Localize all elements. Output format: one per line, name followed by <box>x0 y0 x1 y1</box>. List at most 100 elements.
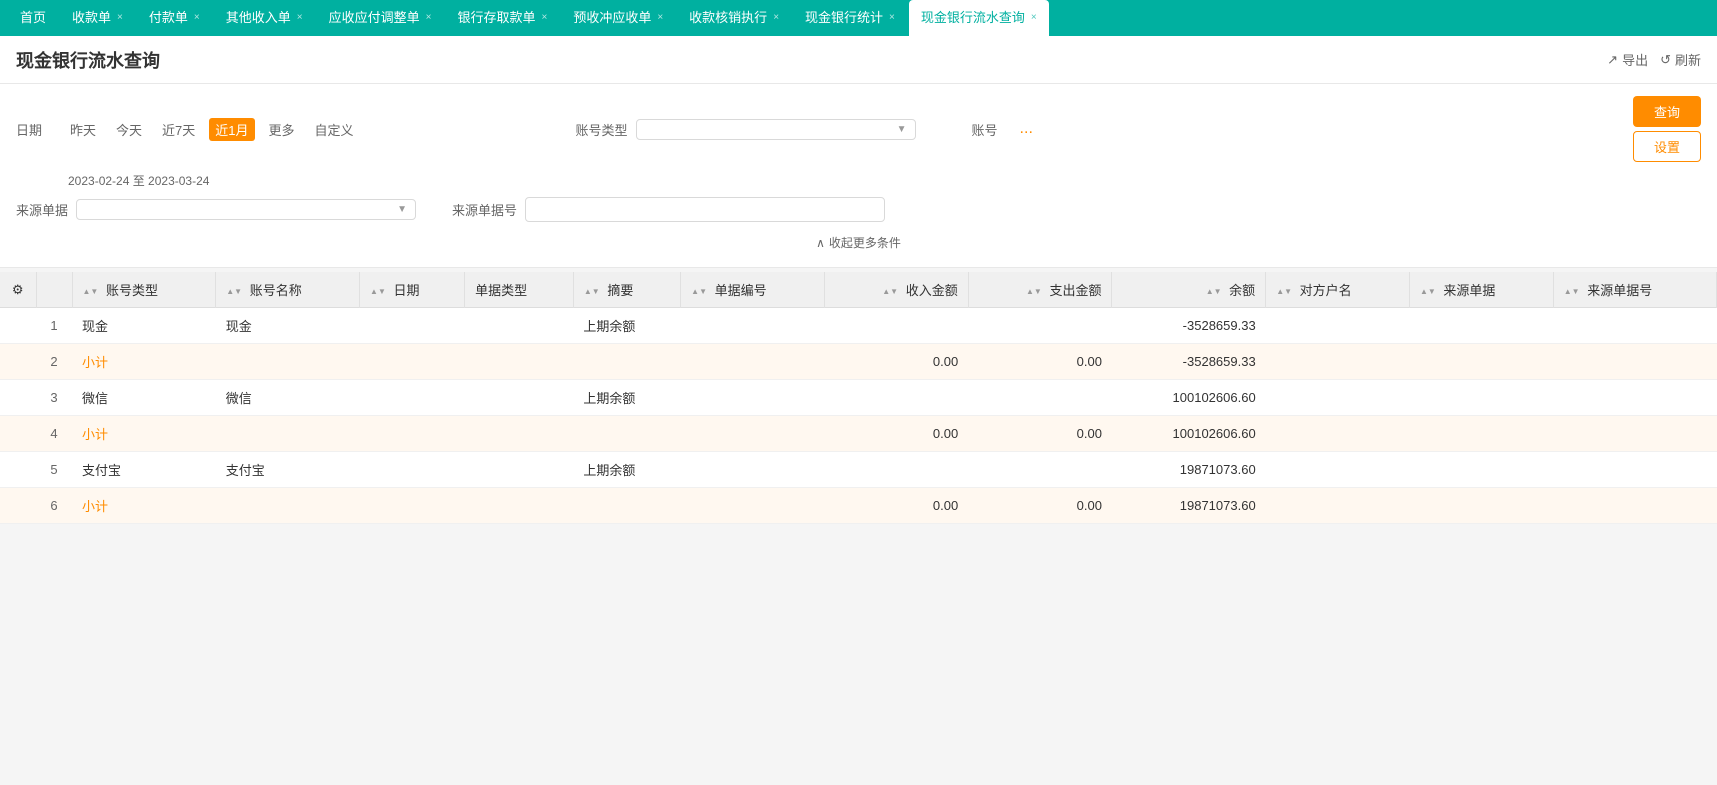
cell-index: 6 <box>36 488 72 524</box>
nav-cash-bank-stats[interactable]: 现金银行统计 × <box>793 0 907 36</box>
cell-index: 3 <box>36 380 72 416</box>
col-source-doc-no[interactable]: ▲▼ 来源单据号 <box>1553 272 1716 308</box>
cell-summary <box>573 416 680 452</box>
nav-other-income[interactable]: 其他收入单 × <box>214 0 315 36</box>
sort-source-doc-no-icon: ▲▼ <box>1564 288 1580 296</box>
cell-index: 5 <box>36 452 72 488</box>
cell-settings <box>0 416 36 452</box>
cell-date <box>360 416 465 452</box>
cell-source-doc <box>1409 380 1553 416</box>
col-expense[interactable]: ▲▼ 支出金额 <box>968 272 1112 308</box>
nav-prepayment[interactable]: 预收冲应收单 × <box>561 0 675 36</box>
nav-receipt[interactable]: 收款单 × <box>60 0 135 36</box>
cell-account-name: 现金 <box>216 308 360 344</box>
account-type-select[interactable]: ▼ <box>636 119 916 140</box>
source-doc-no-input[interactable] <box>525 197 885 222</box>
cell-balance: 19871073.60 <box>1112 452 1266 488</box>
close-receipt-icon[interactable]: × <box>117 0 123 36</box>
date-btn-more[interactable]: 更多 <box>263 118 301 141</box>
sort-income-icon: ▲▼ <box>882 288 898 296</box>
refresh-icon: ↺ <box>1660 52 1671 68</box>
cell-income: 0.00 <box>824 416 968 452</box>
account-dots[interactable]: ... <box>1020 120 1033 138</box>
col-account-type[interactable]: ▲▼ 账号类型 <box>72 272 216 308</box>
cell-balance: 19871073.60 <box>1112 488 1266 524</box>
col-summary[interactable]: ▲▼ 摘要 <box>573 272 680 308</box>
col-income[interactable]: ▲▼ 收入金额 <box>824 272 968 308</box>
sort-account-type-icon: ▲▼ <box>83 288 99 296</box>
date-btn-1month[interactable]: 近1月 <box>209 118 254 141</box>
data-table: ⚙ ▲▼ 账号类型 ▲▼ 账号名称 ▲▼ 日期 单据类型 <box>0 272 1717 524</box>
col-account-name[interactable]: ▲▼ 账号名称 <box>216 272 360 308</box>
date-btn-custom[interactable]: 自定义 <box>309 118 360 141</box>
close-ar-ap-icon[interactable]: × <box>426 0 432 36</box>
settings-button[interactable]: 设置 <box>1633 131 1701 162</box>
page-header: 现金银行流水查询 ↗ 导出 ↺ 刷新 <box>0 36 1717 84</box>
cell-balance: -3528659.33 <box>1112 344 1266 380</box>
date-filter-field: 日期 昨天 今天 近7天 近1月 更多 自定义 <box>16 118 360 141</box>
export-icon: ↗ <box>1607 52 1618 68</box>
nav-payment[interactable]: 付款单 × <box>137 0 212 36</box>
cell-expense: 0.00 <box>968 488 1112 524</box>
source-doc-select[interactable]: ▼ <box>76 199 416 220</box>
cell-account-type: 小计 <box>72 488 216 524</box>
nav-home[interactable]: 首页 <box>8 0 58 36</box>
nav-receipt-exec[interactable]: 收款核销执行 × <box>677 0 791 36</box>
col-counterparty[interactable]: ▲▼ 对方户名 <box>1266 272 1410 308</box>
close-other-income-icon[interactable]: × <box>297 0 303 36</box>
col-settings[interactable]: ⚙ <box>0 272 36 308</box>
cell-date <box>360 452 465 488</box>
col-date[interactable]: ▲▼ 日期 <box>360 272 465 308</box>
cell-source-doc-no <box>1553 308 1716 344</box>
cell-balance: -3528659.33 <box>1112 308 1266 344</box>
close-bank-deposit-icon[interactable]: × <box>541 0 547 36</box>
cell-balance: 100102606.60 <box>1112 416 1266 452</box>
col-doc-no[interactable]: ▲▼ 单据编号 <box>681 272 825 308</box>
cell-balance: 100102606.60 <box>1112 380 1266 416</box>
date-btn-7days[interactable]: 近7天 <box>156 118 201 141</box>
col-balance[interactable]: ▲▼ 余额 <box>1112 272 1266 308</box>
cell-date <box>360 488 465 524</box>
date-btn-yesterday[interactable]: 昨天 <box>64 118 102 141</box>
cell-income <box>824 308 968 344</box>
date-btn-today[interactable]: 今天 <box>110 118 148 141</box>
close-cash-stats-icon[interactable]: × <box>889 0 895 36</box>
cell-account-type: 现金 <box>72 308 216 344</box>
table-container: ⚙ ▲▼ 账号类型 ▲▼ 账号名称 ▲▼ 日期 单据类型 <box>0 272 1717 524</box>
cell-summary <box>573 344 680 380</box>
cell-doc-no <box>681 380 825 416</box>
cell-account-name <box>216 416 360 452</box>
cell-settings <box>0 380 36 416</box>
export-button[interactable]: ↗ 导出 <box>1607 50 1648 69</box>
close-receipt-exec-icon[interactable]: × <box>773 0 779 36</box>
table-row: 6小计0.000.0019871073.60 <box>0 488 1717 524</box>
cell-expense <box>968 308 1112 344</box>
query-button[interactable]: 查询 <box>1633 96 1701 127</box>
collapse-button[interactable]: ∧ 收起更多条件 <box>16 230 1701 255</box>
filter-area: 日期 昨天 今天 近7天 近1月 更多 自定义 账号类型 ▼ 账号 ... <box>0 84 1717 268</box>
nav-ar-ap-adjust[interactable]: 应收应付调整单 × <box>317 0 444 36</box>
table-settings-icon[interactable]: ⚙ <box>12 282 24 297</box>
nav-bank-deposit[interactable]: 银行存取款单 × <box>445 0 559 36</box>
cell-source-doc-no <box>1553 344 1716 380</box>
table-row: 5支付宝支付宝上期余额19871073.60 <box>0 452 1717 488</box>
close-payment-icon[interactable]: × <box>194 0 200 36</box>
cell-account-type: 支付宝 <box>72 452 216 488</box>
source-doc-no-label: 来源单据号 <box>452 200 517 219</box>
col-doc-type: 单据类型 <box>465 272 574 308</box>
cell-income: 0.00 <box>824 344 968 380</box>
cell-account-name: 支付宝 <box>216 452 360 488</box>
top-nav: 首页 收款单 × 付款单 × 其他收入单 × 应收应付调整单 × 银行存取款单 … <box>0 0 1717 36</box>
col-index <box>36 272 72 308</box>
table-row: 3微信微信上期余额100102606.60 <box>0 380 1717 416</box>
refresh-button[interactable]: ↺ 刷新 <box>1660 50 1701 69</box>
sort-counterparty-icon: ▲▼ <box>1276 288 1292 296</box>
cell-summary: 上期余额 <box>573 308 680 344</box>
header-actions: ↗ 导出 ↺ 刷新 <box>1607 50 1701 69</box>
cell-account-type: 小计 <box>72 416 216 452</box>
col-source-doc[interactable]: ▲▼ 来源单据 <box>1409 272 1553 308</box>
close-prepayment-icon[interactable]: × <box>657 0 663 36</box>
nav-cash-flow-query[interactable]: 现金银行流水查询 × <box>909 0 1049 36</box>
close-cash-flow-icon[interactable]: × <box>1031 0 1037 36</box>
cell-doc-type <box>465 308 574 344</box>
